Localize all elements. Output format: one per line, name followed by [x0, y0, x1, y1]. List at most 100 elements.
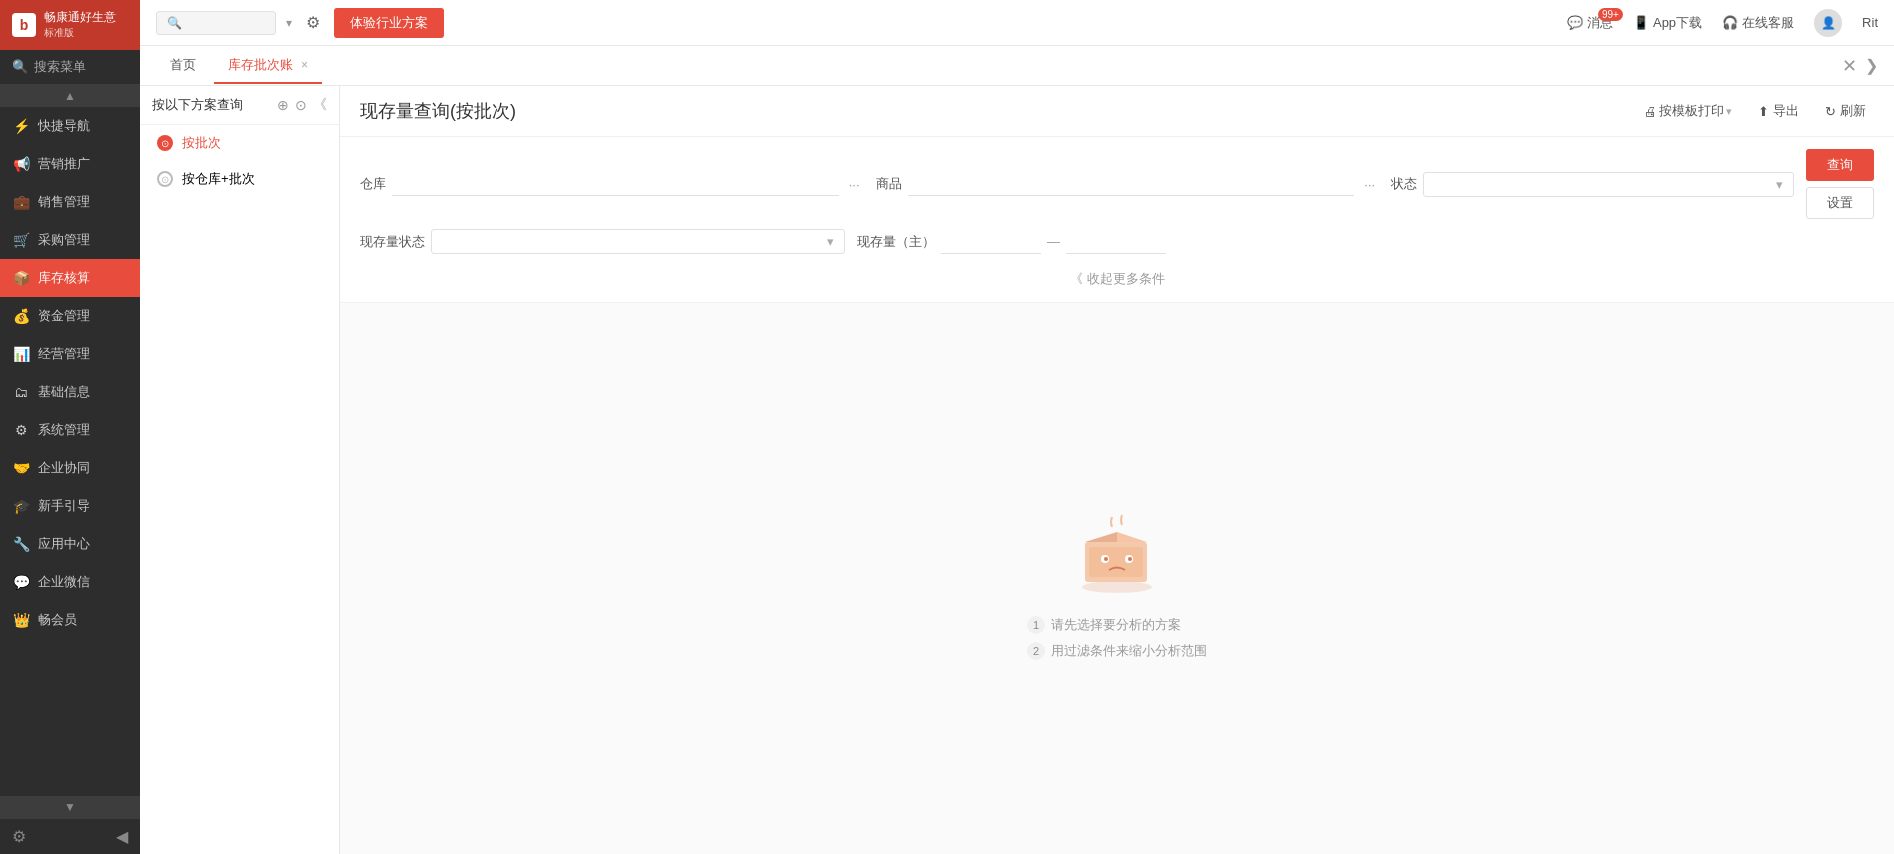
filter-area: 仓库 ··· 商品 ··· 状态 ▾	[340, 137, 1894, 303]
avatar[interactable]: 👤	[1814, 9, 1842, 37]
goods-more-icon[interactable]: ···	[1360, 175, 1379, 194]
service-label: 在线客服	[1742, 14, 1794, 32]
sidebar-item-marketing[interactable]: 📢 营销推广	[0, 145, 140, 183]
settings-button[interactable]: 设置	[1806, 187, 1874, 219]
export-btn[interactable]: ⬆ 导出	[1750, 98, 1807, 124]
sidebar-item-newbie[interactable]: 🎓 新手引导	[0, 487, 140, 525]
exp-btn[interactable]: 体验行业方案	[334, 8, 444, 38]
sidebar-item-finance[interactable]: 💰 资金管理	[0, 297, 140, 335]
tab-close-icon[interactable]: ×	[301, 58, 308, 72]
message-button[interactable]: 💬 消息 99+	[1567, 14, 1613, 32]
tab-home-label: 首页	[170, 56, 196, 74]
inventory-amount-to[interactable]	[1066, 230, 1166, 254]
sidebar-item-label: 销售管理	[38, 193, 90, 211]
sidebar-item-wechat[interactable]: 💬 企业微信	[0, 563, 140, 601]
tab-panel-close-icon[interactable]: ✕	[1842, 55, 1857, 77]
scheme-inactive-icon: ⊙	[156, 170, 174, 188]
filter-row-1: 仓库 ··· 商品 ··· 状态 ▾	[360, 149, 1874, 219]
topbar-chevron-icon[interactable]: ▾	[286, 16, 292, 30]
search-menu[interactable]: 🔍 搜索菜单	[0, 50, 140, 85]
refresh-btn[interactable]: ↻ 刷新	[1817, 98, 1874, 124]
svg-marker-2	[1085, 532, 1117, 542]
sidebar-item-member[interactable]: 👑 畅会员	[0, 601, 140, 639]
sidebar-header: b 畅康通好生意 标准版	[0, 0, 140, 50]
scheme-item-by-batch[interactable]: ⊙ 按批次	[140, 125, 339, 161]
settings-icon[interactable]: ⚙	[12, 827, 26, 846]
newbie-icon: 🎓	[12, 497, 30, 515]
page-title: 现存量查询(按批次)	[360, 99, 516, 123]
inventory-status-chevron-icon: ▾	[827, 234, 834, 249]
empty-hint-1: 1 请先选择要分析的方案	[1027, 616, 1207, 634]
goods-label: 商品	[876, 175, 902, 193]
svg-rect-4	[1089, 547, 1143, 577]
sidebar-item-label: 经营管理	[38, 345, 90, 363]
sidebar-item-purchase[interactable]: 🛒 采购管理	[0, 221, 140, 259]
add-scheme-icon[interactable]: ⊕	[277, 97, 289, 113]
scheme-item-by-warehouse-batch[interactable]: ⊙ 按仓库+批次	[140, 161, 339, 197]
sidebar-item-label: 企业协同	[38, 459, 90, 477]
sidebar-item-sales[interactable]: 💼 销售管理	[0, 183, 140, 221]
left-panel-header: 按以下方案查询 ⊕ ⊙ 《	[140, 86, 339, 125]
topbar: 🔍 ▾ ⚙ 体验行业方案 💬 消息 99+ 📱 App下载 🎧 在线客服 👤 R…	[140, 0, 1894, 46]
hint-2-text: 用过滤条件来缩小分析范围	[1051, 642, 1207, 660]
warehouse-more-icon[interactable]: ···	[845, 175, 864, 194]
sidebar-item-label: 资金管理	[38, 307, 90, 325]
topbar-right: 💬 消息 99+ 📱 App下载 🎧 在线客服 👤 Rit	[1567, 9, 1878, 37]
tab-active-label: 库存批次账	[228, 56, 293, 74]
app-name: 畅康通好生意	[44, 10, 116, 26]
scroll-down-button[interactable]: ▼	[0, 796, 140, 818]
status-select[interactable]: ▾	[1423, 172, 1794, 197]
empty-hints: 1 请先选择要分析的方案 2 用过滤条件来缩小分析范围	[1027, 616, 1207, 660]
svg-point-0	[1082, 581, 1152, 593]
hint-1-text: 请先选择要分析的方案	[1051, 616, 1181, 634]
sidebar-item-label: 采购管理	[38, 231, 90, 249]
sidebar-item-label: 畅会员	[38, 611, 77, 629]
sidebar-item-system[interactable]: ⚙ 系统管理	[0, 411, 140, 449]
topbar-search[interactable]: 🔍	[156, 11, 276, 35]
refresh-icon: ↻	[1825, 104, 1836, 119]
sidebar-item-label: 应用中心	[38, 535, 90, 553]
search-icon: 🔍	[12, 59, 28, 74]
sidebar-item-apps[interactable]: 🔧 应用中心	[0, 525, 140, 563]
inventory-amount-from[interactable]	[941, 230, 1041, 254]
online-service-button[interactable]: 🎧 在线客服	[1722, 14, 1794, 32]
content-area: 按以下方案查询 ⊕ ⊙ 《 ⊙ 按批次 ⊙	[140, 86, 1894, 854]
empty-hint-2: 2 用过滤条件来缩小分析范围	[1027, 642, 1207, 660]
sidebar-item-collab[interactable]: 🤝 企业协同	[0, 449, 140, 487]
goods-input[interactable]	[908, 172, 1355, 196]
svg-point-7	[1104, 557, 1108, 561]
inventory-status-select[interactable]: ▾	[431, 229, 845, 254]
operation-icon: 📊	[12, 345, 30, 363]
scheme-settings-icon[interactable]: ⊙	[295, 97, 307, 113]
tab-home[interactable]: 首页	[156, 48, 210, 84]
empty-state: 1 请先选择要分析的方案 2 用过滤条件来缩小分析范围	[340, 303, 1894, 854]
status-chevron-icon: ▾	[1776, 177, 1783, 192]
inventory-amount-label: 现存量（主）	[857, 233, 935, 251]
export-icon: ⬆	[1758, 104, 1769, 119]
sidebar-item-label: 新手引导	[38, 497, 90, 515]
query-button[interactable]: 查询	[1806, 149, 1874, 181]
page-title-bar: 现存量查询(按批次) 🖨 按模板打印 ▾ ⬆ 导出 ↻ 刷新	[340, 86, 1894, 137]
scheme-active-icon: ⊙	[156, 134, 174, 152]
goods-field: 商品 ···	[876, 172, 1380, 196]
inventory-status-label: 现存量状态	[360, 233, 425, 251]
sidebar-item-quick-nav[interactable]: ⚡ 快捷导航	[0, 107, 140, 145]
warehouse-field: 仓库 ···	[360, 172, 864, 196]
print-btn[interactable]: 🖨 按模板打印 ▾	[1636, 98, 1740, 124]
warehouse-input[interactable]	[392, 172, 839, 196]
tab-bar: 首页 库存批次账 × ✕ ❯	[140, 46, 1894, 86]
collapse-panel-icon[interactable]: 《	[313, 96, 327, 114]
collapse-more-button[interactable]: 《 收起更多条件	[360, 264, 1874, 290]
sidebar-item-basic[interactable]: 🗂 基础信息	[0, 373, 140, 411]
topbar-gear-icon[interactable]: ⚙	[306, 13, 320, 32]
sidebar-item-operation[interactable]: 📊 经营管理	[0, 335, 140, 373]
tab-inventory-batch[interactable]: 库存批次账 ×	[214, 48, 322, 84]
print-chevron-icon: ▾	[1726, 105, 1732, 118]
collapse-sidebar-icon[interactable]: ◀	[116, 827, 128, 846]
app-download-button[interactable]: 📱 App下载	[1633, 14, 1702, 32]
scroll-up-button[interactable]: ▲	[0, 85, 140, 107]
app-logo: b	[12, 13, 36, 37]
tab-panel-expand-icon[interactable]: ❯	[1865, 56, 1878, 75]
sidebar-item-inventory[interactable]: 📦 库存核算	[0, 259, 140, 297]
member-icon: 👑	[12, 611, 30, 629]
